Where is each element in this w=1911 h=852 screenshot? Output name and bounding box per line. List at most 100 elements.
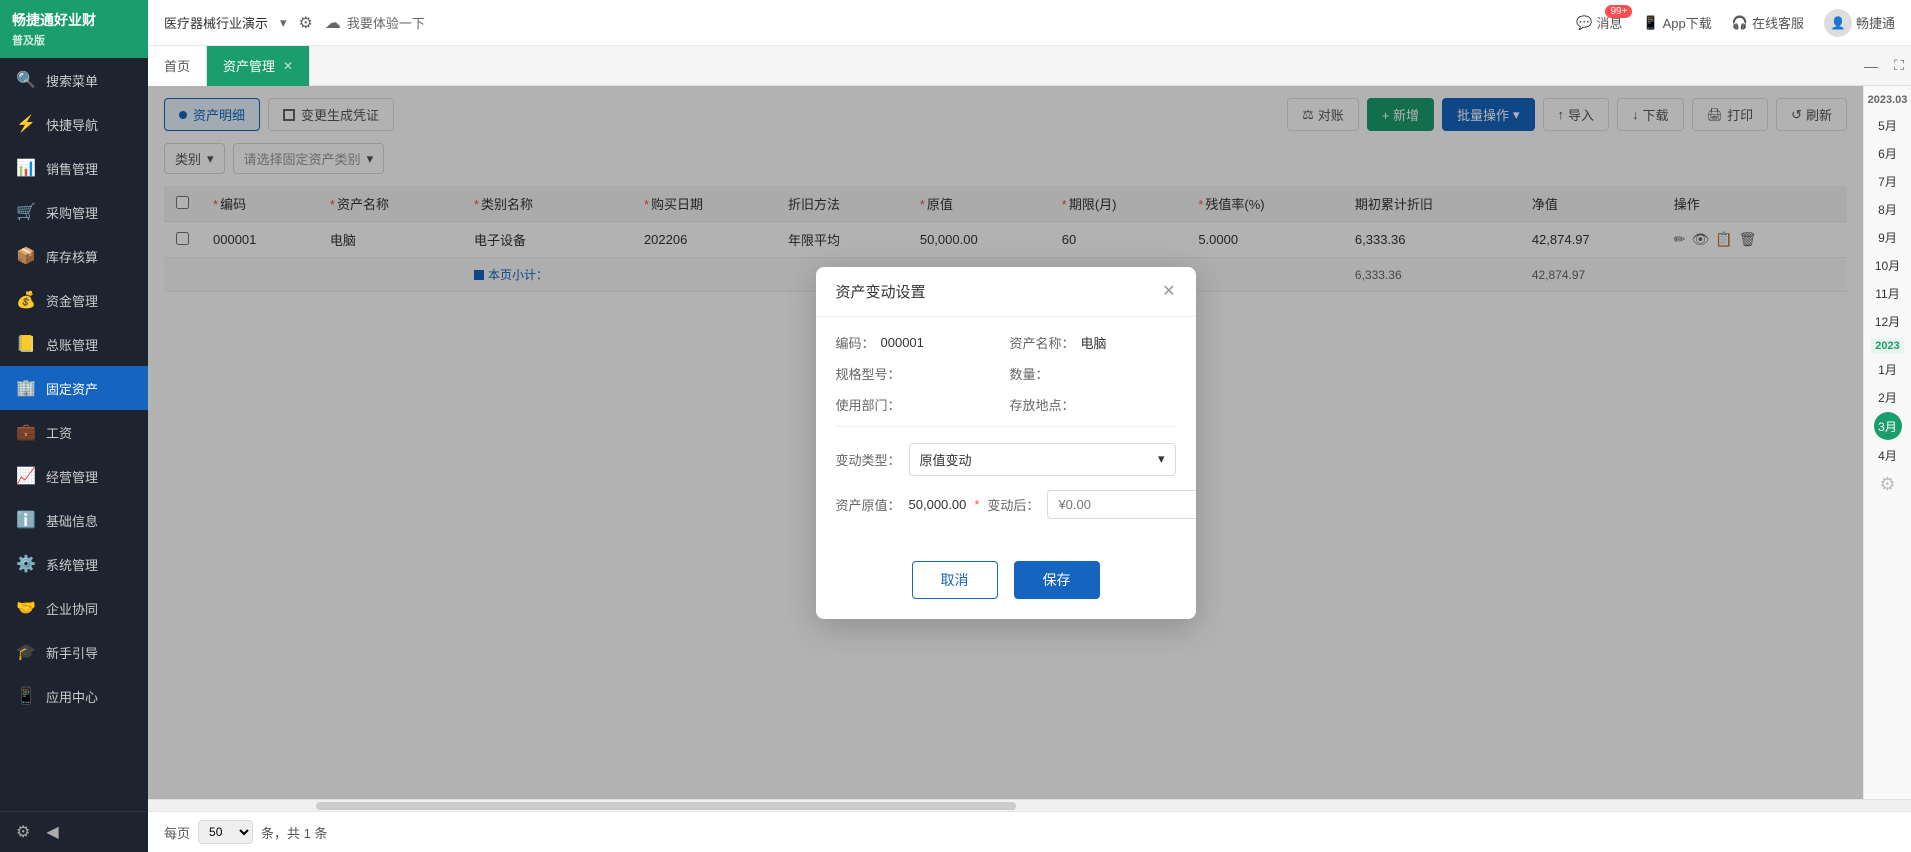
dialog-header: 资产变动设置 ✕: [816, 267, 1196, 317]
sidebar-label-finance: 资金管理: [46, 291, 98, 310]
tab-home-label: 首页: [164, 56, 190, 75]
collapse-icon[interactable]: ◀: [46, 822, 58, 842]
system-icon: ⚙️: [16, 554, 36, 574]
after-value-input[interactable]: [1047, 490, 1195, 519]
dialog-field-spec: 规格型号：: [836, 364, 1002, 383]
sidebar-item-operation[interactable]: 📈 经营管理: [0, 454, 148, 498]
original-value-label: 资产原值：: [836, 495, 901, 514]
per-page-select[interactable]: 50 100 200: [198, 820, 253, 844]
sidebar-item-search[interactable]: 🔍 搜索菜单: [0, 58, 148, 102]
calendar-month-2[interactable]: 2月: [1868, 384, 1908, 410]
message-btn[interactable]: 💬 消息 99+: [1576, 13, 1622, 32]
sidebar-item-guide[interactable]: 🎓 新手引导: [0, 630, 148, 674]
quicknav-icon: ⚡: [16, 114, 36, 134]
experience-label: 我要体验一下: [347, 13, 425, 32]
required-star: *: [974, 497, 979, 512]
tab-asset-management[interactable]: 资产管理 ✕: [207, 46, 310, 86]
app-download-btn[interactable]: 📱 App下载: [1642, 13, 1711, 32]
calendar-month-6[interactable]: 6月: [1868, 140, 1908, 166]
save-button[interactable]: 保存: [1014, 561, 1100, 599]
dialog-field-asset-name: 资产名称： 电脑: [1010, 333, 1176, 352]
sales-icon: 📊: [16, 158, 36, 178]
dialog-value-row: 资产原值： 50,000.00 * 变动后：: [836, 490, 1176, 519]
bottom-scrollbar[interactable]: [148, 799, 1911, 811]
total-label: 条，共 1 条: [261, 823, 327, 842]
location-label: 存放地点：: [1010, 395, 1075, 414]
sidebar-label-sales: 销售管理: [46, 159, 98, 178]
sidebar-label-salary: 工资: [46, 423, 72, 442]
sidebar-item-ledger[interactable]: 📒 总账管理: [0, 322, 148, 366]
sidebar-label-enterprise: 企业协同: [46, 599, 98, 618]
per-page-label: 每页: [164, 823, 190, 842]
search-icon: 🔍: [16, 70, 36, 90]
asset-name-value: 电脑: [1081, 333, 1107, 352]
calendar-month-9[interactable]: 9月: [1868, 224, 1908, 250]
dialog-row-3: 使用部门： 存放地点：: [836, 395, 1176, 414]
dialog-close-btn[interactable]: ✕: [1162, 281, 1175, 301]
sidebar-item-enterprise[interactable]: 🤝 企业协同: [0, 586, 148, 630]
sidebar-scroll: 🔍 搜索菜单 ⚡ 快捷导航 📊 销售管理 🛒 采购管理 📦 库存核算 💰 资金管…: [0, 58, 148, 811]
message-badge: 99+: [1605, 5, 1632, 18]
tab-close-icon[interactable]: ✕: [283, 59, 293, 73]
sidebar-item-basic[interactable]: ℹ️ 基础信息: [0, 498, 148, 542]
settings-icon[interactable]: ⚙: [16, 822, 30, 842]
sidebar-item-appcenter[interactable]: 📱 应用中心: [0, 674, 148, 718]
topbar: 医疗器械行业演示 ▾ ⚙ ☁ 我要体验一下 💬 消息 99+ 📱 App下载 🎧…: [148, 0, 1911, 46]
sidebar-label-appcenter: 应用中心: [46, 687, 98, 706]
sidebar-item-inventory[interactable]: 📦 库存核算: [0, 234, 148, 278]
sidebar-item-quicknav[interactable]: ⚡ 快捷导航: [0, 102, 148, 146]
cancel-button[interactable]: 取消: [912, 561, 998, 599]
fixed-icon: 🏢: [16, 378, 36, 398]
calendar-month-10[interactable]: 10月: [1868, 252, 1908, 278]
company-name: 医疗器械行业演示: [164, 13, 268, 32]
calendar-month-5[interactable]: 5月: [1868, 112, 1908, 138]
window-minimize-btn[interactable]: —: [1859, 54, 1883, 78]
user-btn[interactable]: 👤 畅捷通: [1824, 9, 1895, 37]
sidebar-item-sales[interactable]: 📊 销售管理: [0, 146, 148, 190]
dept-label: 使用部门：: [836, 395, 901, 414]
sidebar-item-fixed[interactable]: 🏢 固定资产: [0, 366, 148, 410]
appcenter-icon: 📱: [16, 686, 36, 706]
page-footer: 每页 50 100 200 条，共 1 条: [148, 811, 1911, 852]
experience-btn[interactable]: ☁ 我要体验一下: [325, 13, 425, 33]
tab-home[interactable]: 首页: [148, 46, 207, 86]
scrollbar-thumb[interactable]: [316, 802, 1016, 810]
service-icon: 🎧: [1732, 15, 1748, 31]
inventory-icon: 📦: [16, 246, 36, 266]
calendar-month-4[interactable]: 4月: [1868, 442, 1908, 468]
calendar-year-label: 2023: [1871, 338, 1903, 354]
operation-icon: 📈: [16, 466, 36, 486]
sidebar-item-finance[interactable]: 💰 资金管理: [0, 278, 148, 322]
spec-label: 规格型号：: [836, 364, 901, 383]
avatar: 👤: [1824, 9, 1852, 37]
cloud-icon: ☁: [325, 13, 341, 33]
message-icon: 💬: [1576, 15, 1592, 31]
company-dropdown-icon[interactable]: ▾: [280, 15, 287, 31]
calendar-month-11[interactable]: 11月: [1868, 280, 1908, 306]
sidebar-item-system[interactable]: ⚙️ 系统管理: [0, 542, 148, 586]
calendar-month-8[interactable]: 8月: [1868, 196, 1908, 222]
calendar-month-12[interactable]: 12月: [1868, 308, 1908, 334]
calendar-settings-icon[interactable]: ⚙: [1879, 474, 1895, 495]
change-type-select[interactable]: 原值变动 ▾: [909, 443, 1176, 476]
basic-icon: ℹ️: [16, 510, 36, 530]
calendar-month-3-active[interactable]: 3月: [1874, 412, 1902, 440]
sidebar-label-system: 系统管理: [46, 555, 98, 574]
calendar-month-7[interactable]: 7月: [1868, 168, 1908, 194]
online-service-btn[interactable]: 🎧 在线客服: [1732, 13, 1804, 32]
finance-icon: 💰: [16, 290, 36, 310]
dialog-divider: [836, 426, 1176, 427]
sidebar-item-purchase[interactable]: 🛒 采购管理: [0, 190, 148, 234]
window-maximize-btn[interactable]: ⛶: [1887, 54, 1911, 78]
settings-gear-icon[interactable]: ⚙: [299, 13, 313, 33]
calendar-month-1[interactable]: 1月: [1868, 356, 1908, 382]
dialog-row-2: 规格型号： 数量：: [836, 364, 1176, 383]
sidebar-label-guide: 新手引导: [46, 643, 98, 662]
dialog-row-1: 编码： 000001 资产名称： 电脑: [836, 333, 1176, 352]
sidebar-item-salary[interactable]: 💼 工资: [0, 410, 148, 454]
quantity-label: 数量：: [1010, 364, 1049, 383]
online-service-label: 在线客服: [1752, 13, 1804, 32]
username-label: 畅捷通: [1856, 13, 1895, 32]
sidebar-header: 畅捷通好业财 普及版: [0, 0, 148, 58]
download-icon: 📱: [1642, 15, 1658, 31]
